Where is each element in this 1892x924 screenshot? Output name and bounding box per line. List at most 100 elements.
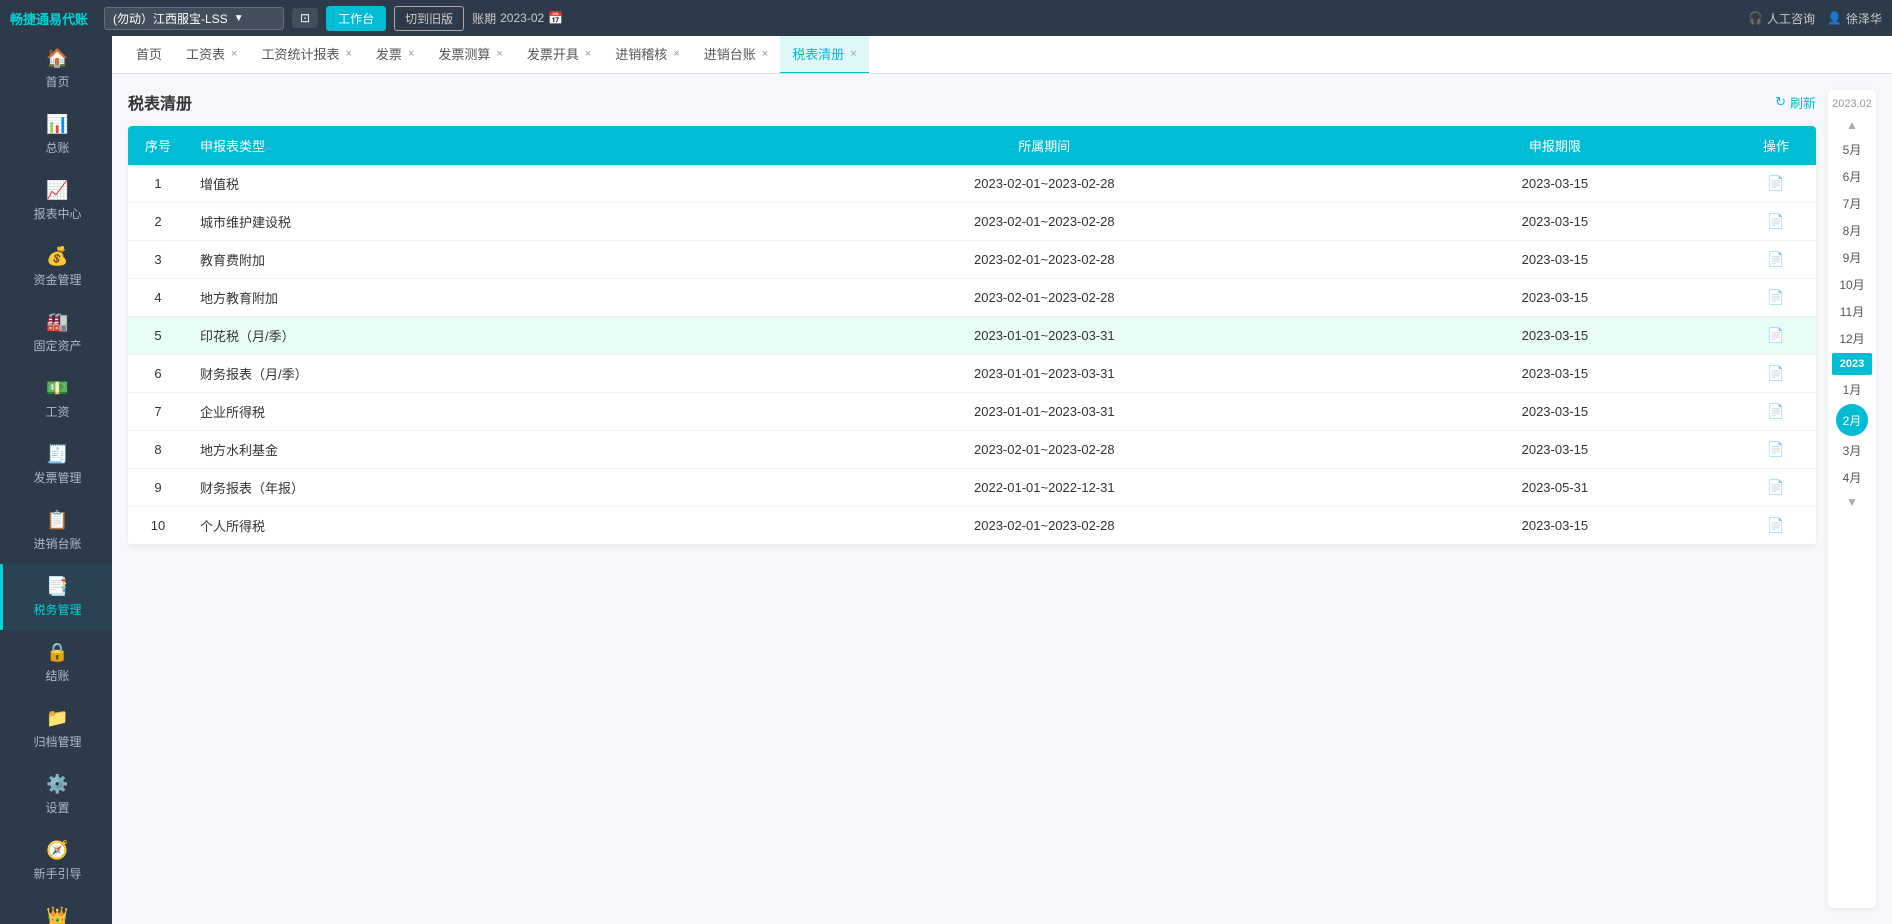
sidebar-item-invoice-mgmt[interactable]: 🧾 发票管理 bbox=[0, 432, 112, 498]
tab-invoice-calc[interactable]: 发票测算 × bbox=[426, 36, 514, 74]
company-selector[interactable]: (勿动）江西服宝-LSS ▼ bbox=[104, 7, 284, 30]
cell-action[interactable]: 📄 bbox=[1736, 469, 1816, 507]
copy-icon-btn[interactable]: ⊡ bbox=[292, 8, 318, 28]
sidebar-item-salary[interactable]: 💵 工资 bbox=[0, 366, 112, 432]
calendar-scroll-up[interactable]: ▲ bbox=[1828, 114, 1876, 136]
calendar-icon[interactable]: 📅 bbox=[548, 11, 563, 25]
view-action-icon[interactable]: 📄 bbox=[1767, 327, 1784, 343]
calendar-month-3[interactable]: 3月 bbox=[1828, 437, 1876, 464]
tab-purchase-ledger[interactable]: 进销台账 × bbox=[692, 36, 780, 74]
sidebar-item-ledger[interactable]: 📊 总账 bbox=[0, 102, 112, 168]
sidebar: 🏠 首页 📊 总账 📈 报表中心 💰 资金管理 🏭 固定资产 💵 工资 🧾 发票… bbox=[0, 36, 112, 924]
tab-invoice-open-close[interactable]: × bbox=[585, 48, 591, 60]
calendar-month-9[interactable]: 9月 bbox=[1828, 244, 1876, 271]
cell-seq: 2 bbox=[128, 203, 188, 241]
workbench-button[interactable]: 工作台 bbox=[326, 6, 386, 31]
calendar-month-1[interactable]: 1月 bbox=[1828, 376, 1876, 403]
page-header: 税表清册 ↻ 刷新 bbox=[128, 90, 1816, 114]
cell-action[interactable]: 📄 bbox=[1736, 317, 1816, 355]
settings-icon: ⚙️ bbox=[46, 774, 68, 795]
view-action-icon[interactable]: 📄 bbox=[1767, 517, 1784, 533]
tab-salary-close[interactable]: × bbox=[231, 48, 237, 60]
cell-action[interactable]: 📄 bbox=[1736, 279, 1816, 317]
cell-type: 地方水利基金 bbox=[188, 431, 715, 469]
sidebar-item-reports[interactable]: 📈 报表中心 bbox=[0, 168, 112, 234]
tab-purchase-ledger-close[interactable]: × bbox=[762, 48, 768, 60]
sidebar-item-funds[interactable]: 💰 资金管理 bbox=[0, 234, 112, 300]
cell-action[interactable]: 📄 bbox=[1736, 355, 1816, 393]
calendar-month-7[interactable]: 7月 bbox=[1828, 190, 1876, 217]
sidebar-item-settings[interactable]: ⚙️ 设置 bbox=[0, 762, 112, 828]
calendar-month-8[interactable]: 8月 bbox=[1828, 217, 1876, 244]
tab-salary-report[interactable]: 工资统计报表 × bbox=[249, 36, 363, 74]
table-row: 3 教育费附加 2023-02-01~2023-02-28 2023-03-15… bbox=[128, 241, 1816, 279]
calendar-scroll-down[interactable]: ▼ bbox=[1828, 491, 1876, 513]
data-table: 序号 申报表类型 所属期间 申报期限 操作 1 增值税 2023-02-01~2… bbox=[128, 126, 1816, 545]
calendar-month-10[interactable]: 10月 bbox=[1828, 271, 1876, 298]
top-actions: ⊡ 工作台 切到旧版 账期 2023-02 📅 bbox=[292, 6, 563, 31]
cell-action[interactable]: 📄 bbox=[1736, 507, 1816, 545]
content-area: 首页 工资表 × 工资统计报表 × 发票 × 发票测算 × 发票开具 × bbox=[112, 36, 1892, 924]
period-label: 账期 bbox=[472, 10, 496, 27]
tab-invoice[interactable]: 发票 × bbox=[364, 36, 426, 74]
tab-purchase-verify-close[interactable]: × bbox=[673, 48, 679, 60]
ai-consult-button[interactable]: 🎧 人工咨询 bbox=[1748, 10, 1815, 27]
tab-invoice-open-label: 发票开具 bbox=[527, 44, 579, 63]
tab-salary[interactable]: 工资表 × bbox=[174, 36, 249, 74]
sidebar-item-guide[interactable]: 🧭 新手引导 bbox=[0, 828, 112, 894]
tab-invoice-close[interactable]: × bbox=[408, 48, 414, 60]
cell-seq: 5 bbox=[128, 317, 188, 355]
table-row: 6 财务报表（月/季） 2023-01-01~2023-03-31 2023-0… bbox=[128, 355, 1816, 393]
switch-version-button[interactable]: 切到旧版 bbox=[394, 6, 464, 31]
tab-purchase-verify[interactable]: 进销稽核 × bbox=[603, 36, 691, 74]
calendar-month-4[interactable]: 4月 bbox=[1828, 464, 1876, 491]
cell-type: 财务报表（年报） bbox=[188, 469, 715, 507]
tab-invoice-calc-close[interactable]: × bbox=[496, 48, 502, 60]
page-title: 税表清册 bbox=[128, 90, 192, 114]
col-type: 申报表类型 bbox=[188, 126, 715, 165]
tab-home[interactable]: 首页 bbox=[124, 36, 174, 74]
calendar-month-6[interactable]: 6月 bbox=[1828, 163, 1876, 190]
tab-tax-cancel-close[interactable]: × bbox=[850, 48, 856, 60]
tab-salary-report-close[interactable]: × bbox=[345, 48, 351, 60]
calendar-year-2023[interactable]: 2023 bbox=[1832, 353, 1872, 375]
cell-deadline: 2023-03-15 bbox=[1374, 355, 1736, 393]
calendar-month-2-active[interactable]: 2月 bbox=[1836, 404, 1868, 436]
view-action-icon[interactable]: 📄 bbox=[1767, 441, 1784, 457]
view-action-icon[interactable]: 📄 bbox=[1767, 365, 1784, 381]
sidebar-item-purchase[interactable]: 📋 进销台账 bbox=[0, 498, 112, 564]
cell-deadline: 2023-03-15 bbox=[1374, 165, 1736, 203]
sidebar-label-archive: 归档管理 bbox=[33, 733, 81, 750]
funds-icon: 💰 bbox=[46, 246, 68, 267]
calendar-month-5[interactable]: 5月 bbox=[1828, 136, 1876, 163]
view-action-icon[interactable]: 📄 bbox=[1767, 403, 1784, 419]
view-action-icon[interactable]: 📄 bbox=[1767, 289, 1784, 305]
sidebar-item-vip[interactable]: 👑 畅会员 bbox=[0, 894, 112, 924]
app-logo: 畅捷通易代账 bbox=[10, 9, 88, 28]
cell-action[interactable]: 📄 bbox=[1736, 241, 1816, 279]
cell-deadline: 2023-05-31 bbox=[1374, 469, 1736, 507]
sidebar-item-assets[interactable]: 🏭 固定资产 bbox=[0, 300, 112, 366]
col-action: 操作 bbox=[1736, 126, 1816, 165]
invoice-mgmt-icon: 🧾 bbox=[46, 444, 68, 465]
calendar-header: 2023.02 bbox=[1828, 94, 1876, 114]
cell-action[interactable]: 📄 bbox=[1736, 203, 1816, 241]
user-profile[interactable]: 👤 徐泽华 bbox=[1827, 10, 1882, 27]
refresh-button[interactable]: ↻ 刷新 bbox=[1775, 93, 1816, 112]
sidebar-item-tax[interactable]: 📑 税务管理 bbox=[0, 564, 112, 630]
cell-action[interactable]: 📄 bbox=[1736, 165, 1816, 203]
view-action-icon[interactable]: 📄 bbox=[1767, 251, 1784, 267]
cell-action[interactable]: 📄 bbox=[1736, 431, 1816, 469]
sidebar-item-archive[interactable]: 📁 归档管理 bbox=[0, 696, 112, 762]
sidebar-item-home[interactable]: 🏠 首页 bbox=[0, 36, 112, 102]
period-display: 账期 2023-02 📅 bbox=[472, 10, 563, 27]
tab-invoice-open[interactable]: 发票开具 × bbox=[515, 36, 603, 74]
sidebar-item-close[interactable]: 🔒 结账 bbox=[0, 630, 112, 696]
calendar-month-11[interactable]: 11月 bbox=[1828, 298, 1876, 325]
view-action-icon[interactable]: 📄 bbox=[1767, 213, 1784, 229]
tab-tax-cancel[interactable]: 税表清册 × bbox=[780, 36, 868, 74]
view-action-icon[interactable]: 📄 bbox=[1767, 175, 1784, 191]
view-action-icon[interactable]: 📄 bbox=[1767, 479, 1784, 495]
calendar-month-12[interactable]: 12月 bbox=[1828, 325, 1876, 352]
cell-action[interactable]: 📄 bbox=[1736, 393, 1816, 431]
